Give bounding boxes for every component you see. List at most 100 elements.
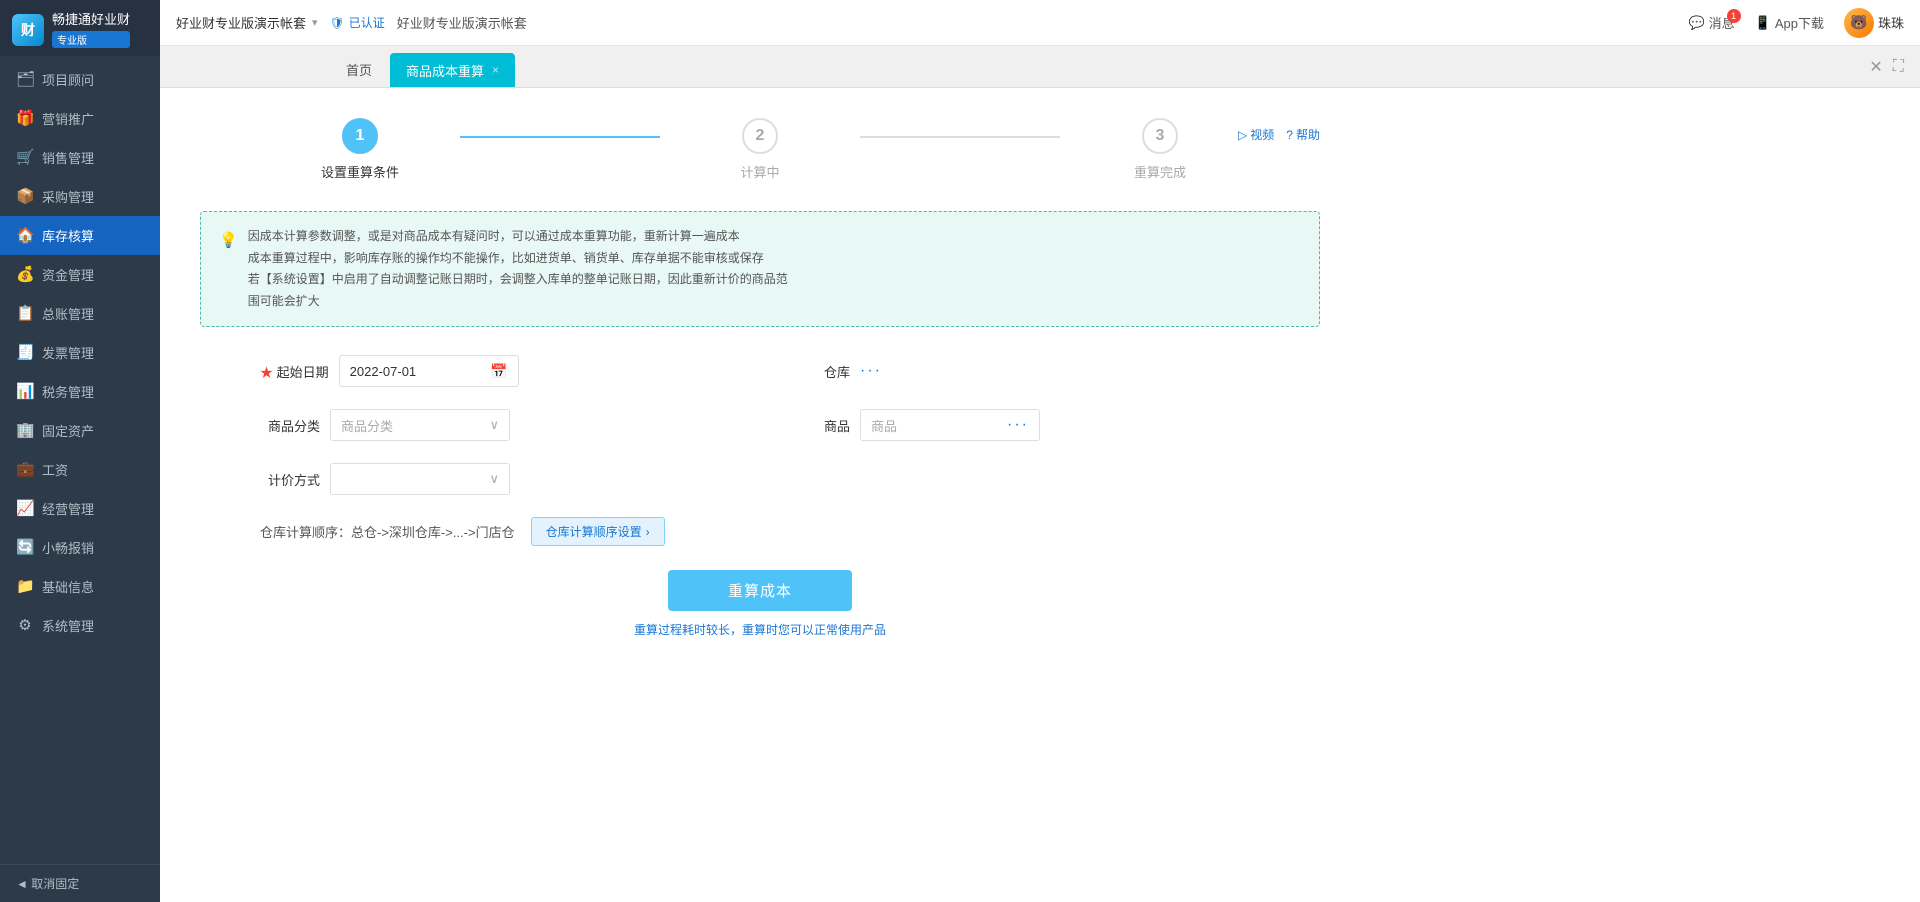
sidebar-item-label: 库存核算 <box>42 226 94 245</box>
unpin-button[interactable]: ◄ 取消固定 <box>0 864 160 902</box>
start-date-input[interactable]: 2022-07-01 📅 <box>339 355 519 387</box>
step-3-label: 重算完成 <box>1134 162 1186 181</box>
notification-badge: 1 <box>1727 9 1741 23</box>
recalc-section: 重算成本 重算过程耗时较长，重算时您可以正常使用产品 <box>260 570 1260 638</box>
warehouse-dots[interactable]: ··· <box>860 362 882 380</box>
app-logo-icon: 财 <box>12 14 44 46</box>
invoice-icon: 🧾 <box>16 343 34 361</box>
steps-help: ▷ 视频 ? 帮助 <box>1238 126 1320 143</box>
sidebar-item-project[interactable]: 🗂 项目顾问 <box>0 60 160 99</box>
inventory-icon: 🏠 <box>16 226 34 244</box>
app-download-label: App下载 <box>1775 13 1824 32</box>
step-2-label: 计算中 <box>740 162 779 181</box>
goods-label: 商品 <box>790 416 850 435</box>
basic-icon: 📁 <box>16 577 34 595</box>
sidebar-item-purchase[interactable]: 📦 采购管理 <box>0 177 160 216</box>
app-name: 畅捷通好业财 <box>52 12 130 29</box>
start-date-label: ★ 起始日期 <box>260 362 329 381</box>
shield-icon: 🛡 <box>330 16 345 30</box>
help-link[interactable]: ? 帮助 <box>1286 126 1320 143</box>
verified-text: 已认证 <box>349 14 385 31</box>
tab-home-label: 首页 <box>346 60 372 79</box>
goods-dots[interactable]: ··· <box>1007 416 1029 434</box>
expand-window-button[interactable]: ⛶ <box>1893 58 1904 76</box>
sidebar-item-label: 小畅报销 <box>42 538 94 557</box>
step-line-1 <box>460 136 660 138</box>
pricing-select[interactable]: ∨ <box>330 463 510 495</box>
operations-icon: 📈 <box>16 499 34 517</box>
user-name: 珠珠 <box>1878 13 1904 32</box>
chevron-down-icon: ▾ <box>312 16 318 29</box>
goods-input[interactable]: 商品 ··· <box>860 409 1040 441</box>
message-button[interactable]: 💬 消息 1 <box>1688 13 1734 32</box>
main-area: 好业财专业版演示帐套 ▾ 🛡 已认证 好业财专业版演示帐套 💬 消息 1 📱 A… <box>160 0 1920 902</box>
sidebar-item-label: 经营管理 <box>42 499 94 518</box>
notice-line2: 成本重算过程中，影响库存账的操作均不能操作，比如进货单、销货单、库存单据不能审核… <box>248 248 788 270</box>
app-download-button[interactable]: 📱 App下载 <box>1755 13 1824 32</box>
form-row-3: 计价方式 ∨ <box>260 463 1260 495</box>
sidebar-item-label: 项目顾问 <box>42 70 94 89</box>
start-date-field: ★ 起始日期 2022-07-01 📅 <box>260 355 730 387</box>
category-select[interactable]: 商品分类 ∨ <box>330 409 510 441</box>
sidebar-item-expense[interactable]: 🔄 小畅报销 <box>0 528 160 567</box>
sidebar-item-accounting[interactable]: 📋 总账管理 <box>0 294 160 333</box>
sidebar-item-label: 税务管理 <box>42 382 94 401</box>
sidebar-item-label: 工资 <box>42 460 68 479</box>
tab-close-icon[interactable]: × <box>492 63 499 77</box>
warehouse-field: 仓库 ··· <box>790 362 1260 381</box>
category-label: 商品分类 <box>260 416 320 435</box>
step-1: 1 设置重算条件 <box>260 118 460 181</box>
start-date-value: 2022-07-01 <box>350 364 485 379</box>
sidebar-logo: 财 畅捷通好业财 专业版 <box>0 0 160 56</box>
sidebar-item-tax[interactable]: 📊 税务管理 <box>0 372 160 411</box>
sidebar-item-sales[interactable]: 🛒 销售管理 <box>0 138 160 177</box>
sidebar-item-payroll[interactable]: 💼 工资 <box>0 450 160 489</box>
close-window-button[interactable]: ✕ <box>1869 57 1882 77</box>
edition-badge: 专业版 <box>52 31 130 48</box>
sidebar-item-basic[interactable]: 📁 基础信息 <box>0 567 160 606</box>
pricing-chevron-icon: ∨ <box>489 471 499 487</box>
sidebar-item-finance[interactable]: 💰 资金管理 <box>0 255 160 294</box>
recalc-button[interactable]: 重算成本 <box>668 570 852 611</box>
system-icon: ⚙ <box>16 616 34 634</box>
payroll-icon: 💼 <box>16 460 34 478</box>
step-1-circle: 1 <box>342 118 378 154</box>
marketing-icon: 🎁 <box>16 109 34 127</box>
calendar-icon[interactable]: 📅 <box>490 363 507 380</box>
tab-cost-recalc[interactable]: 商品成本重算 × <box>390 53 515 87</box>
step-line-2 <box>860 136 1060 138</box>
topbar-right: 💬 消息 1 📱 App下载 🐻 珠珠 <box>1688 8 1904 38</box>
finance-icon: 💰 <box>16 265 34 283</box>
project-icon: 🗂 <box>16 70 34 88</box>
tax-icon: 📊 <box>16 382 34 400</box>
account-selector[interactable]: 好业财专业版演示帐套 ▾ <box>176 13 318 32</box>
verified-badge: 🛡 已认证 <box>330 14 385 31</box>
notice-icon: 💡 <box>219 227 238 254</box>
sidebar-item-inventory[interactable]: 🏠 库存核算 <box>0 216 160 255</box>
sidebar-nav: 🗂 项目顾问 🎁 营销推广 🛒 销售管理 📦 采购管理 🏠 库存核算 💰 资金管… <box>0 56 160 864</box>
calc-order-settings-button[interactable]: 仓库计算顺序设置 › <box>531 517 665 546</box>
user-menu[interactable]: 🐻 珠珠 <box>1844 8 1904 38</box>
notice-line1: 因成本计算参数调整，或是对商品成本有疑问时，可以通过成本重算功能，重新计算一遍成… <box>248 226 788 248</box>
step-1-label: 设置重算条件 <box>321 162 399 181</box>
pricing-field: 计价方式 ∨ <box>260 463 730 495</box>
goods-placeholder: 商品 <box>871 416 897 435</box>
category-placeholder: 商品分类 <box>341 416 393 435</box>
sidebar-item-label: 销售管理 <box>42 148 94 167</box>
window-controls: ✕ ⛶ <box>1869 57 1904 77</box>
video-link[interactable]: ▷ 视频 <box>1238 126 1274 143</box>
sidebar-item-operations[interactable]: 📈 经营管理 <box>0 489 160 528</box>
sidebar-item-label: 系统管理 <box>42 616 94 635</box>
form-section: ★ 起始日期 2022-07-01 📅 仓库 ··· <box>200 355 1320 638</box>
sidebar-item-assets[interactable]: 🏢 固定资产 <box>0 411 160 450</box>
sidebar-item-marketing[interactable]: 🎁 营销推广 <box>0 99 160 138</box>
sidebar-item-system[interactable]: ⚙ 系统管理 <box>0 606 160 645</box>
sidebar-item-label: 发票管理 <box>42 343 94 362</box>
sidebar-item-invoice[interactable]: 🧾 发票管理 <box>0 333 160 372</box>
tab-home[interactable]: 首页 <box>330 53 388 87</box>
calc-order-btn-label: 仓库计算顺序设置 <box>546 523 642 540</box>
notice-box: 💡 因成本计算参数调整，或是对商品成本有疑问时，可以通过成本重算功能，重新计算一… <box>200 211 1320 327</box>
notice-content: 因成本计算参数调整，或是对商品成本有疑问时，可以通过成本重算功能，重新计算一遍成… <box>248 226 788 312</box>
sidebar: 财 畅捷通好业财 专业版 🗂 项目顾问 🎁 营销推广 🛒 销售管理 📦 采购管理… <box>0 0 160 902</box>
sales-icon: 🛒 <box>16 148 34 166</box>
